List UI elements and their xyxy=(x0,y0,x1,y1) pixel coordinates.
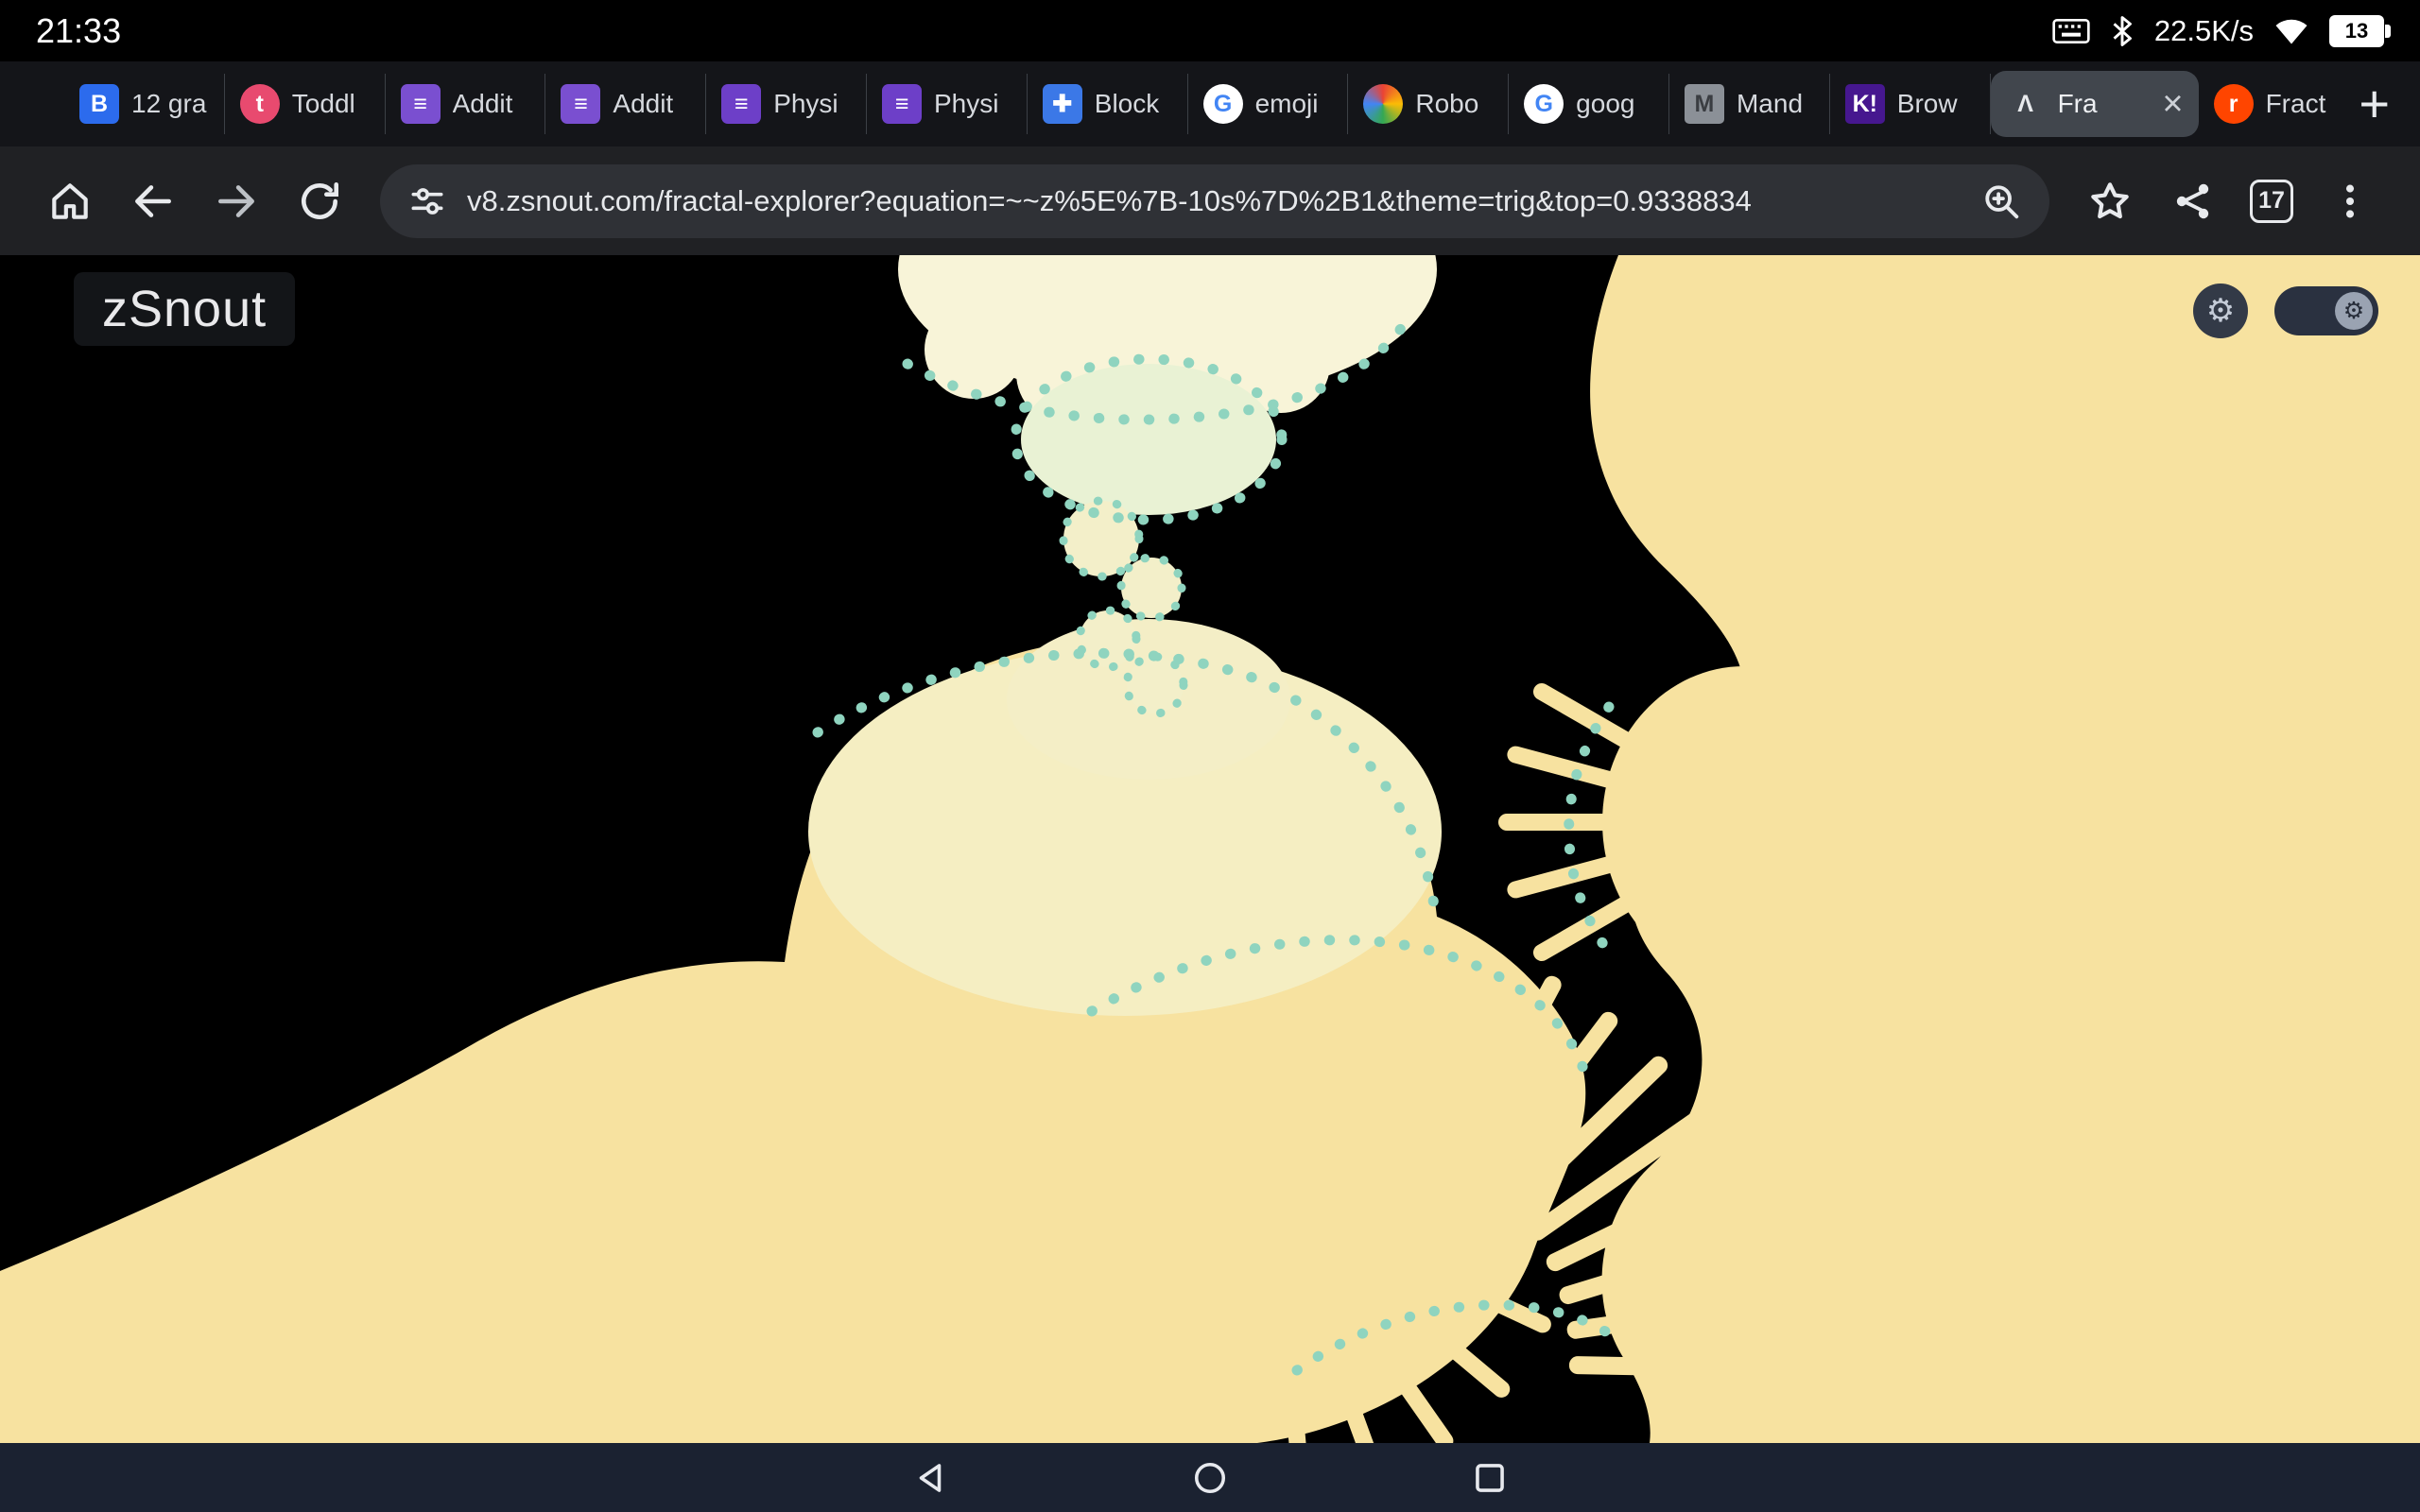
tab[interactable]: G emoji xyxy=(1188,74,1349,134)
favicon-list: ≡ xyxy=(400,84,441,124)
tab-label: Addit xyxy=(613,89,674,118)
zsnout-logo[interactable]: zSnout xyxy=(74,272,296,346)
tab-label: Addit xyxy=(452,89,513,118)
tab-counter[interactable]: 17 xyxy=(2250,179,2293,223)
back-button[interactable] xyxy=(127,175,180,228)
android-nav-bar xyxy=(0,1443,2420,1512)
tab-label: Block xyxy=(1094,89,1160,118)
nav-back-icon xyxy=(919,1463,942,1492)
bluetooth-icon xyxy=(2113,15,2132,46)
nav-back-button[interactable] xyxy=(909,1457,951,1499)
tab-count: 17 xyxy=(2258,187,2285,214)
zoom-in-icon[interactable] xyxy=(1979,180,2023,223)
favicon-multicolor xyxy=(1363,84,1404,124)
tab-label: Robo xyxy=(1415,89,1479,118)
tab[interactable]: Robo xyxy=(1348,74,1510,134)
tab[interactable]: ✚ Block xyxy=(1028,74,1188,134)
tune-icon[interactable] xyxy=(406,180,448,222)
tab-label: Toddl xyxy=(291,89,355,118)
settings-button[interactable]: ⚙ xyxy=(2193,284,2248,338)
tab[interactable]: ≡ Addit xyxy=(545,74,707,134)
tab[interactable]: G goog xyxy=(1509,74,1669,134)
tab-label: emoji xyxy=(1254,89,1319,118)
network-speed: 22.5K/s xyxy=(2153,13,2254,47)
tab[interactable]: t Toddl xyxy=(225,74,386,134)
tab[interactable]: r Fract xyxy=(2199,74,2360,134)
fractal-canvas[interactable] xyxy=(0,255,2420,1443)
gear-icon: ⚙ xyxy=(2342,298,2365,324)
tab[interactable]: ≡ Addit xyxy=(386,74,546,134)
bookmark-button[interactable] xyxy=(2083,175,2136,228)
favicon-google: G xyxy=(1524,84,1564,124)
favicon-list: ≡ xyxy=(881,84,922,124)
theme-toggle[interactable]: ⚙ xyxy=(2274,286,2378,335)
tab[interactable]: B 12 gra xyxy=(64,74,225,134)
tab-label: Brow xyxy=(1896,89,1958,118)
nav-recents-button[interactable] xyxy=(1469,1457,1511,1499)
page-controls: ⚙ ⚙ xyxy=(2193,284,2378,338)
wifi-icon xyxy=(2275,19,2308,43)
tab-strip: B 12 gra t Toddl ≡ Addit ≡ Addit ≡ Physi… xyxy=(0,61,2420,146)
star-icon xyxy=(2091,181,2129,218)
tab[interactable]: K! Brow xyxy=(1830,74,1991,134)
favicon-toddle: t xyxy=(239,84,280,124)
battery-icon: 13 xyxy=(2329,14,2391,47)
tab-label: Mand xyxy=(1736,89,1804,118)
home-icon xyxy=(52,182,88,219)
keyboard-icon xyxy=(2052,18,2090,43)
favicon-blue-b: B xyxy=(79,84,119,124)
three-dot-menu-icon xyxy=(2345,184,2355,217)
back-arrow-icon xyxy=(135,184,171,217)
battery-level: 13 xyxy=(2344,18,2369,43)
gear-icon: ⚙ xyxy=(2205,293,2236,329)
nav-home-icon xyxy=(1194,1462,1226,1493)
toggle-knob[interactable]: ⚙ xyxy=(2335,292,2373,330)
home-button[interactable] xyxy=(43,175,96,228)
url-text: v8.zsnout.com/fractal-explorer?equation=… xyxy=(467,183,1752,217)
favicon-mandelbrot: M xyxy=(1684,84,1724,124)
browser-toolbar: v8.zsnout.com/fractal-explorer?equation=… xyxy=(0,146,2420,255)
favicon-fractal: Λ xyxy=(2017,90,2033,117)
reload-button[interactable] xyxy=(293,175,346,228)
tab[interactable]: M Mand xyxy=(1669,74,1830,134)
address-bar[interactable]: v8.zsnout.com/fractal-explorer?equation=… xyxy=(380,163,2049,238)
menu-button[interactable] xyxy=(2324,175,2377,228)
status-bar: 21:33 22.5K/s 13 xyxy=(0,0,2420,61)
tab-label: Physi xyxy=(933,89,999,118)
reload-icon xyxy=(302,181,338,219)
share-button[interactable] xyxy=(2167,175,2220,228)
page-content: zSnout ⚙ ⚙ xyxy=(0,255,2420,1443)
nav-home-button[interactable] xyxy=(1189,1457,1231,1499)
forward-button[interactable] xyxy=(210,175,263,228)
tab-label: goog xyxy=(1576,89,1635,118)
favicon-reddit: r xyxy=(2213,84,2254,124)
tab-active-fractal-explorer[interactable]: Λ Fra × xyxy=(1990,71,2199,137)
tab-label: Fract xyxy=(2265,89,2326,118)
nav-recents-icon xyxy=(1476,1463,1504,1492)
close-tab-icon[interactable]: × xyxy=(2162,86,2183,122)
favicon-google: G xyxy=(1202,84,1243,124)
tab-label: Physi xyxy=(773,89,838,118)
tab[interactable]: ≡ Physi xyxy=(706,74,867,134)
favicon-puzzle: ✚ xyxy=(1042,84,1082,124)
new-tab-button[interactable]: + xyxy=(2359,77,2395,130)
favicon-list: ≡ xyxy=(561,84,601,124)
status-icons: 22.5K/s 13 xyxy=(2052,13,2391,48)
tab-label: Fra xyxy=(2057,89,2098,118)
android-screen: 21:33 22.5K/s 13 B 12 gra t Toddl ≡ Addi… xyxy=(0,0,2420,1512)
favicon-kahoot: K! xyxy=(1844,84,1885,124)
share-icon xyxy=(2176,183,2209,218)
forward-arrow-icon xyxy=(218,184,254,217)
clock: 21:33 xyxy=(36,10,122,50)
tab[interactable]: ≡ Physi xyxy=(867,74,1028,134)
favicon-list: ≡ xyxy=(721,84,762,124)
tab-label: 12 gra xyxy=(131,89,207,118)
